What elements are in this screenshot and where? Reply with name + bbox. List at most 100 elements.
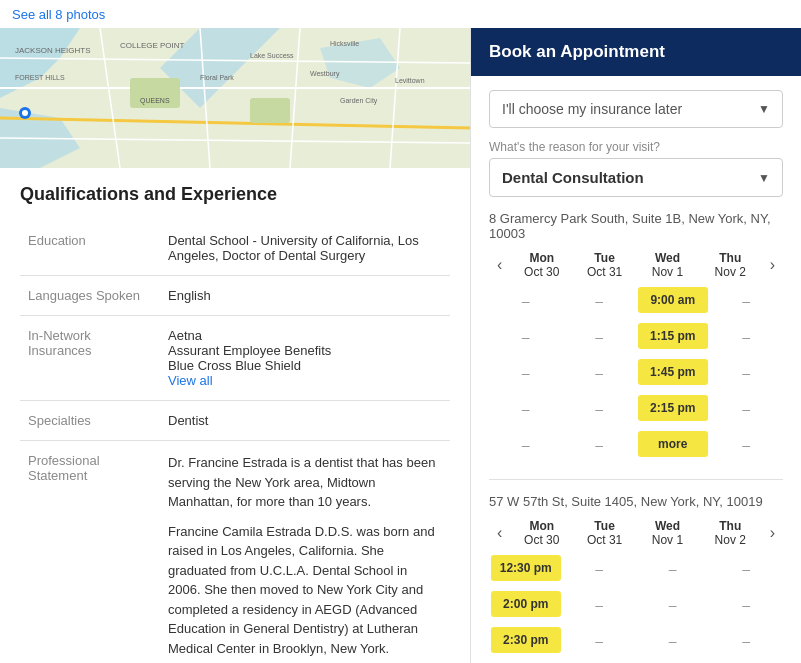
- visit-reason-dropdown[interactable]: Dental Consultation ▼: [489, 158, 783, 197]
- visit-reason-value: Dental Consultation: [502, 169, 644, 186]
- dash: –: [565, 627, 635, 655]
- cal1-nav: ‹ Mon Oct 30 Tue Oct 31 Wed Nov 1: [489, 251, 783, 279]
- insurance-item-3: Blue Cross Blue Shield: [168, 358, 442, 373]
- dash: –: [491, 287, 561, 315]
- cal1-r4-c4: –: [710, 393, 784, 425]
- calendar1-block: ‹ Mon Oct 30 Tue Oct 31 Wed Nov 1: [489, 251, 783, 461]
- languages-label: Languages Spoken: [20, 276, 160, 316]
- cal1-r4-c3[interactable]: 2:15 pm: [636, 393, 710, 425]
- insurance-dropdown[interactable]: I'll choose my insurance later ▼: [489, 90, 783, 128]
- insurance-chevron-icon: ▼: [758, 102, 770, 116]
- education-row: Education Dental School - University of …: [20, 221, 450, 276]
- cal1-r3-c2: –: [563, 357, 637, 389]
- cal2-day4-name: Thu: [699, 519, 762, 533]
- cal2-r2-c1[interactable]: 2:00 pm: [489, 589, 563, 621]
- cal2-r1-c2: –: [563, 553, 637, 585]
- cal1-r3-c3[interactable]: 1:45 pm: [636, 357, 710, 389]
- timeslot-2pm[interactable]: 2:00 pm: [491, 591, 561, 617]
- svg-text:Levittown: Levittown: [395, 77, 425, 84]
- cal1-day1-name: Mon: [510, 251, 573, 265]
- svg-rect-10: [250, 98, 290, 123]
- cal1-r5-c3[interactable]: more: [636, 429, 710, 461]
- dash: –: [712, 627, 782, 655]
- cal1-r5-c4: –: [710, 429, 784, 461]
- cal2-day-1: Mon Oct 30: [510, 519, 573, 547]
- dash: –: [712, 323, 782, 351]
- insurance-label: In-Network Insurances: [20, 316, 160, 401]
- cal2-r2-c4: –: [710, 589, 784, 621]
- dash: –: [491, 359, 561, 387]
- cal2-row-2: 2:00 pm – – –: [489, 589, 783, 621]
- cal1-day3-name: Wed: [636, 251, 699, 265]
- cal2-next-button[interactable]: ›: [762, 520, 783, 546]
- dash: –: [638, 627, 708, 655]
- cal1-row-3: – – 1:45 pm –: [489, 357, 783, 389]
- cal2-day-2: Tue Oct 31: [573, 519, 636, 547]
- visit-reason-label: What's the reason for your visit?: [489, 140, 783, 154]
- timeslot-1230pm[interactable]: 12:30 pm: [491, 555, 561, 581]
- cal1-r2-c4: –: [710, 321, 784, 353]
- dash: –: [565, 287, 635, 315]
- cal1-prev-button[interactable]: ‹: [489, 252, 510, 278]
- specialties-label: Specialties: [20, 401, 160, 441]
- insurance-item-1: Aetna: [168, 328, 442, 343]
- location2-text: 57 W 57th St, Suite 1405, New York, NY, …: [489, 494, 783, 509]
- location1-text: 8 Gramercy Park South, Suite 1B, New Yor…: [489, 211, 783, 241]
- dash: –: [712, 395, 782, 423]
- cal2-day3-name: Wed: [636, 519, 699, 533]
- dash: –: [712, 591, 782, 619]
- languages-row: Languages Spoken English: [20, 276, 450, 316]
- dash: –: [712, 359, 782, 387]
- svg-text:Garden City: Garden City: [340, 97, 378, 105]
- dash: –: [565, 555, 635, 583]
- dash: –: [491, 431, 561, 459]
- timeslot-more[interactable]: more: [638, 431, 708, 457]
- statement-p2: Francine Camila Estrada D.D.S. was born …: [168, 522, 442, 659]
- cal2-day1-name: Mon: [510, 519, 573, 533]
- dash: –: [565, 431, 635, 459]
- cal2-r1-c1[interactable]: 12:30 pm: [489, 553, 563, 585]
- timeslot-230pm[interactable]: 2:30 pm: [491, 627, 561, 653]
- cal1-day2-date: Oct 31: [573, 265, 636, 279]
- cal2-row-1: 12:30 pm – – –: [489, 553, 783, 585]
- cal1-r1-c3[interactable]: 9:00 am: [636, 285, 710, 317]
- svg-text:Hicksville: Hicksville: [330, 40, 359, 47]
- cal1-day-4: Thu Nov 2: [699, 251, 762, 279]
- education-value: Dental School - University of California…: [160, 221, 450, 276]
- education-label: Education: [20, 221, 160, 276]
- svg-text:JACKSON HEIGHTS: JACKSON HEIGHTS: [15, 46, 91, 55]
- cal1-next-button[interactable]: ›: [762, 252, 783, 278]
- timeslot-115pm[interactable]: 1:15 pm: [638, 323, 708, 349]
- cal1-r2-c1: –: [489, 321, 563, 353]
- see-all-photos-link[interactable]: See all 8 photos: [12, 7, 105, 22]
- dash: –: [565, 395, 635, 423]
- timeslot-9am[interactable]: 9:00 am: [638, 287, 708, 313]
- timeslot-215pm[interactable]: 2:15 pm: [638, 395, 708, 421]
- dash: –: [565, 591, 635, 619]
- cal2-r3-c4: –: [710, 625, 784, 657]
- cal2-day-4: Thu Nov 2: [699, 519, 762, 547]
- separator: [489, 479, 783, 480]
- cal2-day-3: Wed Nov 1: [636, 519, 699, 547]
- qual-table: Education Dental School - University of …: [20, 221, 450, 663]
- cal2-r3-c1[interactable]: 2:30 pm: [489, 625, 563, 657]
- cal1-r5-c2: –: [563, 429, 637, 461]
- cal1-day4-date: Nov 2: [699, 265, 762, 279]
- dash: –: [638, 555, 708, 583]
- cal2-day4-date: Nov 2: [699, 533, 762, 547]
- cal2-prev-button[interactable]: ‹: [489, 520, 510, 546]
- cal1-r1-c4: –: [710, 285, 784, 317]
- insurance-row: In-Network Insurances Aetna Assurant Emp…: [20, 316, 450, 401]
- qualifications-section: Qualifications and Experience Education …: [0, 168, 470, 663]
- timeslot-145pm[interactable]: 1:45 pm: [638, 359, 708, 385]
- svg-text:FOREST HILLS: FOREST HILLS: [15, 74, 65, 81]
- dash: –: [712, 431, 782, 459]
- cal2-r1-c3: –: [636, 553, 710, 585]
- cal2-nav: ‹ Mon Oct 30 Tue Oct 31 Wed Nov 1: [489, 519, 783, 547]
- view-all-link[interactable]: View all: [168, 373, 213, 388]
- cal1-r2-c3[interactable]: 1:15 pm: [636, 321, 710, 353]
- left-panel: JACKSON HEIGHTS FOREST HILLS COLLEGE POI…: [0, 28, 470, 663]
- insurance-item-2: Assurant Employee Benefits: [168, 343, 442, 358]
- cal2-r3-c3: –: [636, 625, 710, 657]
- dash: –: [712, 555, 782, 583]
